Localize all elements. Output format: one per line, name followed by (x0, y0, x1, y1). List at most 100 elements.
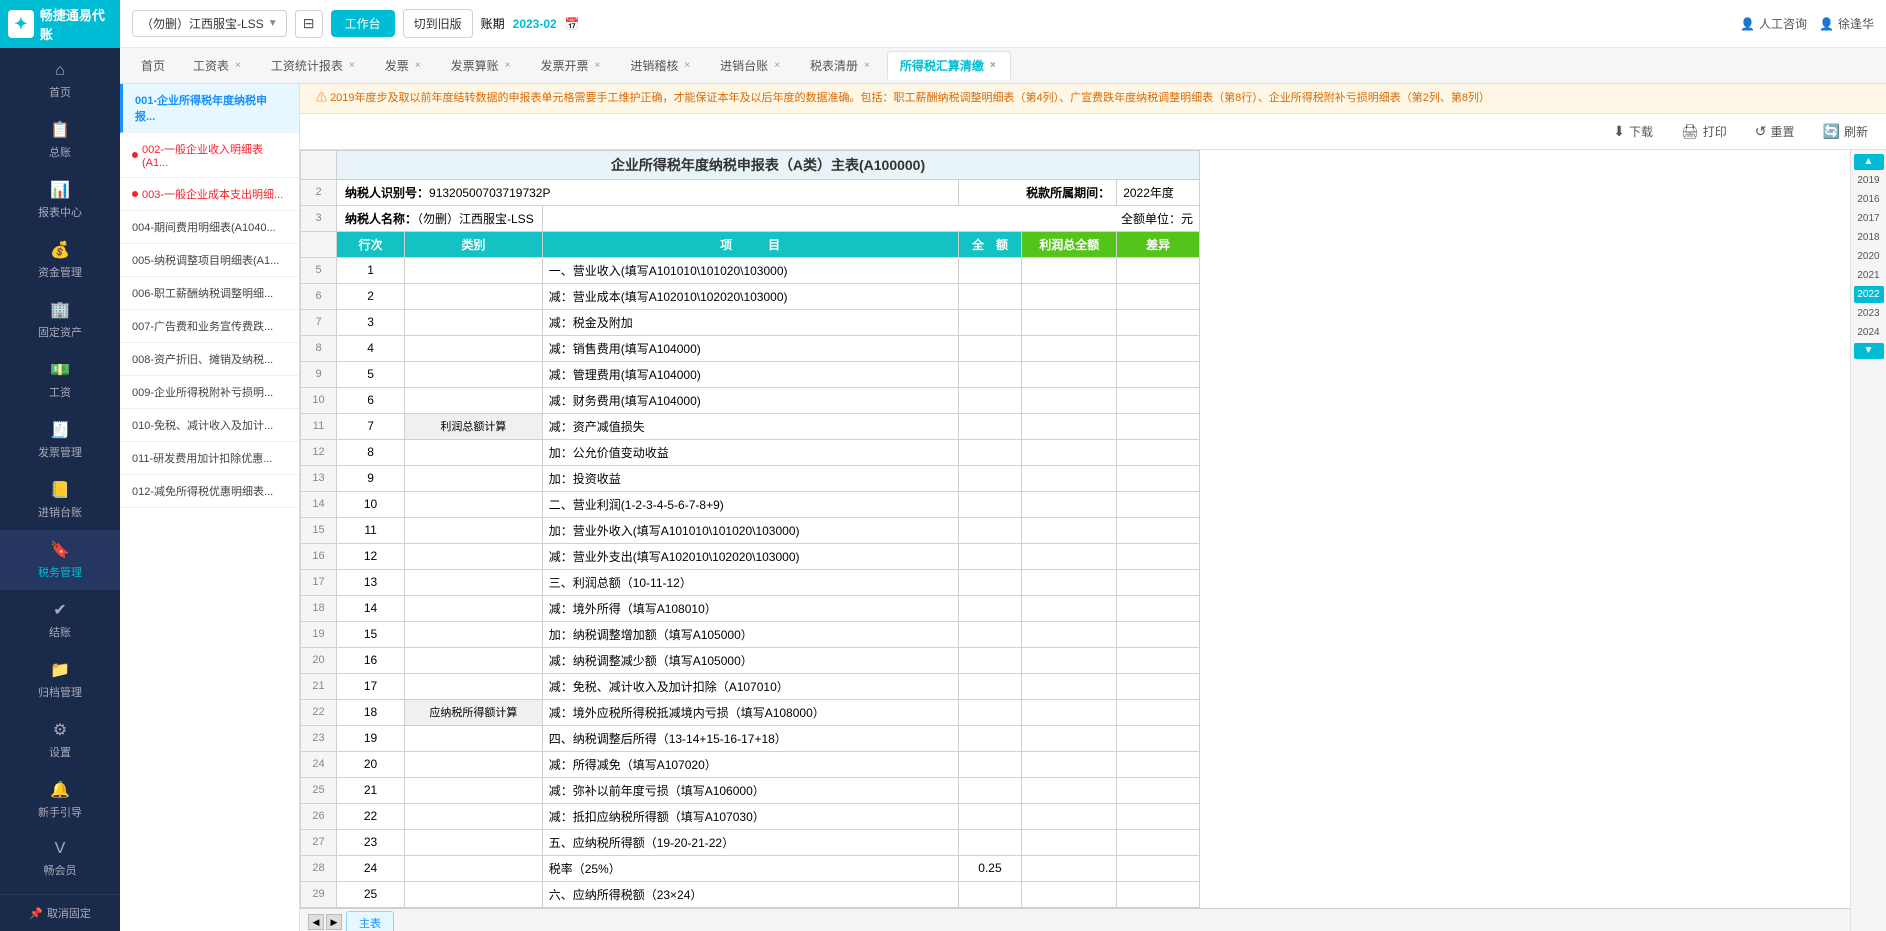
user-service[interactable]: 👤 人工咨询 (1740, 15, 1807, 32)
cell-quane[interactable] (958, 699, 1022, 725)
refresh-button[interactable]: 🔄 刷新 (1817, 120, 1874, 143)
calendar-icon[interactable]: 📅 (565, 17, 580, 31)
left-item-002[interactable]: 002-一般企业收入明细表(A1... (120, 133, 299, 178)
tab-close-icon[interactable]: × (592, 59, 602, 72)
sidebar-item-salary[interactable]: 💵工资 (0, 350, 120, 410)
switch-version-button[interactable]: 切到旧版 (403, 9, 473, 38)
tab-发票算账[interactable]: 发票算账× (438, 51, 526, 80)
left-panel-list: 001-企业所得税年度纳税申报...002-一般企业收入明细表(A1...003… (120, 84, 299, 931)
cell-quane[interactable] (958, 257, 1022, 283)
cell-quane[interactable] (958, 439, 1022, 465)
timeline-up-icon[interactable]: ▲ (1854, 154, 1884, 170)
left-item-003[interactable]: 003-一般企业成本支出明细... (120, 178, 299, 211)
tab-工资统计报表[interactable]: 工资统计报表× (258, 51, 370, 80)
cell-quane[interactable] (958, 309, 1022, 335)
cell-quane[interactable] (958, 491, 1022, 517)
sidebar-item-general[interactable]: 📋总账 (0, 110, 120, 170)
timeline-year-2016[interactable]: 2016 (1854, 191, 1884, 208)
nav-prev-icon[interactable]: ◀ (308, 914, 324, 930)
cell-quane[interactable] (958, 725, 1022, 751)
sidebar-item-home[interactable]: ⌂首页 (0, 52, 120, 110)
timeline-year-2021[interactable]: 2021 (1854, 267, 1884, 284)
cell-quane[interactable] (958, 413, 1022, 439)
sidebar-item-close[interactable]: ✔结账 (0, 590, 120, 650)
left-item-011[interactable]: 011-研发费用加计扣除优惠... (120, 442, 299, 475)
left-item-005[interactable]: 005-纳税调整项目明细表(A1... (120, 244, 299, 277)
cell-quane[interactable] (958, 829, 1022, 855)
cell-quane[interactable] (958, 387, 1022, 413)
left-item-008[interactable]: 008-资产折旧、摊销及纳税... (120, 343, 299, 376)
timeline-year-2017[interactable]: 2017 (1854, 210, 1884, 227)
tab-close-icon[interactable]: × (682, 59, 692, 72)
cell-quane[interactable] (958, 361, 1022, 387)
sidebar-item-member[interactable]: V畅会员 (0, 830, 120, 888)
tab-close-icon[interactable]: × (988, 59, 998, 72)
timeline-year-2018[interactable]: 2018 (1854, 229, 1884, 246)
tab-进销台账[interactable]: 进销台账 × (707, 51, 795, 80)
cell-quane[interactable] (958, 543, 1022, 569)
topbar-print-icon[interactable]: ⊟ (295, 10, 323, 38)
cell-quane[interactable] (958, 569, 1022, 595)
cell-quane[interactable] (958, 595, 1022, 621)
tab-close-icon[interactable]: × (503, 59, 513, 72)
workbench-button[interactable]: 工作台 (331, 10, 395, 37)
sidebar-bottom-btn[interactable]: 📌 取消固定 (0, 894, 120, 931)
cell-quane[interactable] (958, 335, 1022, 361)
user-profile[interactable]: 👤 徐逢华 (1819, 15, 1874, 32)
tab-所得税汇算清缴[interactable]: 所得税汇算清缴× (887, 51, 1011, 80)
sidebar-item-tax[interactable]: 🔖税务管理 (0, 530, 120, 590)
nav-next-icon[interactable]: ▶ (326, 914, 342, 930)
left-item-009[interactable]: 009-企业所得税附补亏损明... (120, 376, 299, 409)
sidebar-item-guide[interactable]: 🔔新手引导 (0, 770, 120, 830)
timeline-year-2023[interactable]: 2023 (1854, 305, 1884, 322)
download-button[interactable]: ⬇ 下载 (1607, 120, 1659, 143)
cell-quane[interactable] (958, 881, 1022, 907)
sidebar-item-ledger[interactable]: 📒进销台账 (0, 470, 120, 530)
tab-发票[interactable]: 发票× (372, 51, 436, 80)
table-row: 1713三、利润总额（10-11-12） (301, 569, 1200, 595)
print-button[interactable]: 🖨 打印 (1675, 120, 1733, 143)
left-item-006[interactable]: 006-职工薪酬纳税调整明细... (120, 277, 299, 310)
cell-quane[interactable] (958, 465, 1022, 491)
tab-close-icon[interactable]: × (862, 59, 872, 72)
sidebar-item-report[interactable]: 📊报表中心 (0, 170, 120, 230)
left-item-001[interactable]: 001-企业所得税年度纳税申报... (120, 84, 299, 133)
timeline-year-2019[interactable]: 2019 (1854, 172, 1884, 189)
tab-首页[interactable]: 首页 (128, 51, 178, 80)
sidebar-item-archive[interactable]: 📁归档管理 (0, 650, 120, 710)
cell-quane[interactable]: 0.25 (958, 855, 1022, 881)
timeline-year-2020[interactable]: 2020 (1854, 248, 1884, 265)
reset-button[interactable]: ↺ 重置 (1749, 120, 1801, 143)
tab-label: 进销台账 (720, 57, 768, 74)
sidebar-item-fund[interactable]: 💰资金管理 (0, 230, 120, 290)
cell-quane[interactable] (958, 283, 1022, 309)
left-item-010[interactable]: 010-免税、减计收入及加计... (120, 409, 299, 442)
tab-工资表[interactable]: 工资表 × (180, 51, 256, 80)
bottom-tab-main[interactable]: 主表 (346, 911, 394, 931)
cell-quane[interactable] (958, 621, 1022, 647)
tab-close-icon[interactable]: × (413, 59, 423, 72)
cell-quane[interactable] (958, 517, 1022, 543)
left-item-004[interactable]: 004-期间费用明细表(A1040... (120, 211, 299, 244)
cell-quane[interactable] (958, 673, 1022, 699)
sidebar-item-settings[interactable]: ⚙设置 (0, 710, 120, 770)
cell-quane[interactable] (958, 803, 1022, 829)
sidebar-item-invoice[interactable]: 🧾发票管理 (0, 410, 120, 470)
left-item-012[interactable]: 012-减免所得税优惠明细表... (120, 475, 299, 508)
cell-quane[interactable] (958, 777, 1022, 803)
left-item-007[interactable]: 007-广告费和业务宣传费跌... (120, 310, 299, 343)
timeline-year-2024[interactable]: 2024 (1854, 324, 1884, 341)
tab-label: 工资表 (193, 57, 229, 74)
cell-quane[interactable] (958, 647, 1022, 673)
tab-税表清册[interactable]: 税表清册× (797, 51, 885, 80)
sidebar-item-asset[interactable]: 🏢固定资产 (0, 290, 120, 350)
tab-发票开票[interactable]: 发票开票× (527, 51, 615, 80)
cell-quane[interactable] (958, 751, 1022, 777)
timeline-down-icon[interactable]: ▼ (1854, 343, 1884, 359)
tab-close-icon[interactable]: × (347, 59, 357, 72)
tab-进销稽核[interactable]: 进销稽核× (617, 51, 705, 80)
tab-close-icon[interactable]: × (233, 59, 243, 72)
company-selector[interactable]: （勿删）江西服宝-LSS ▼ (132, 10, 287, 37)
timeline-year-2022[interactable]: 2022 (1854, 286, 1884, 303)
tab-close-icon[interactable]: × (772, 59, 782, 72)
